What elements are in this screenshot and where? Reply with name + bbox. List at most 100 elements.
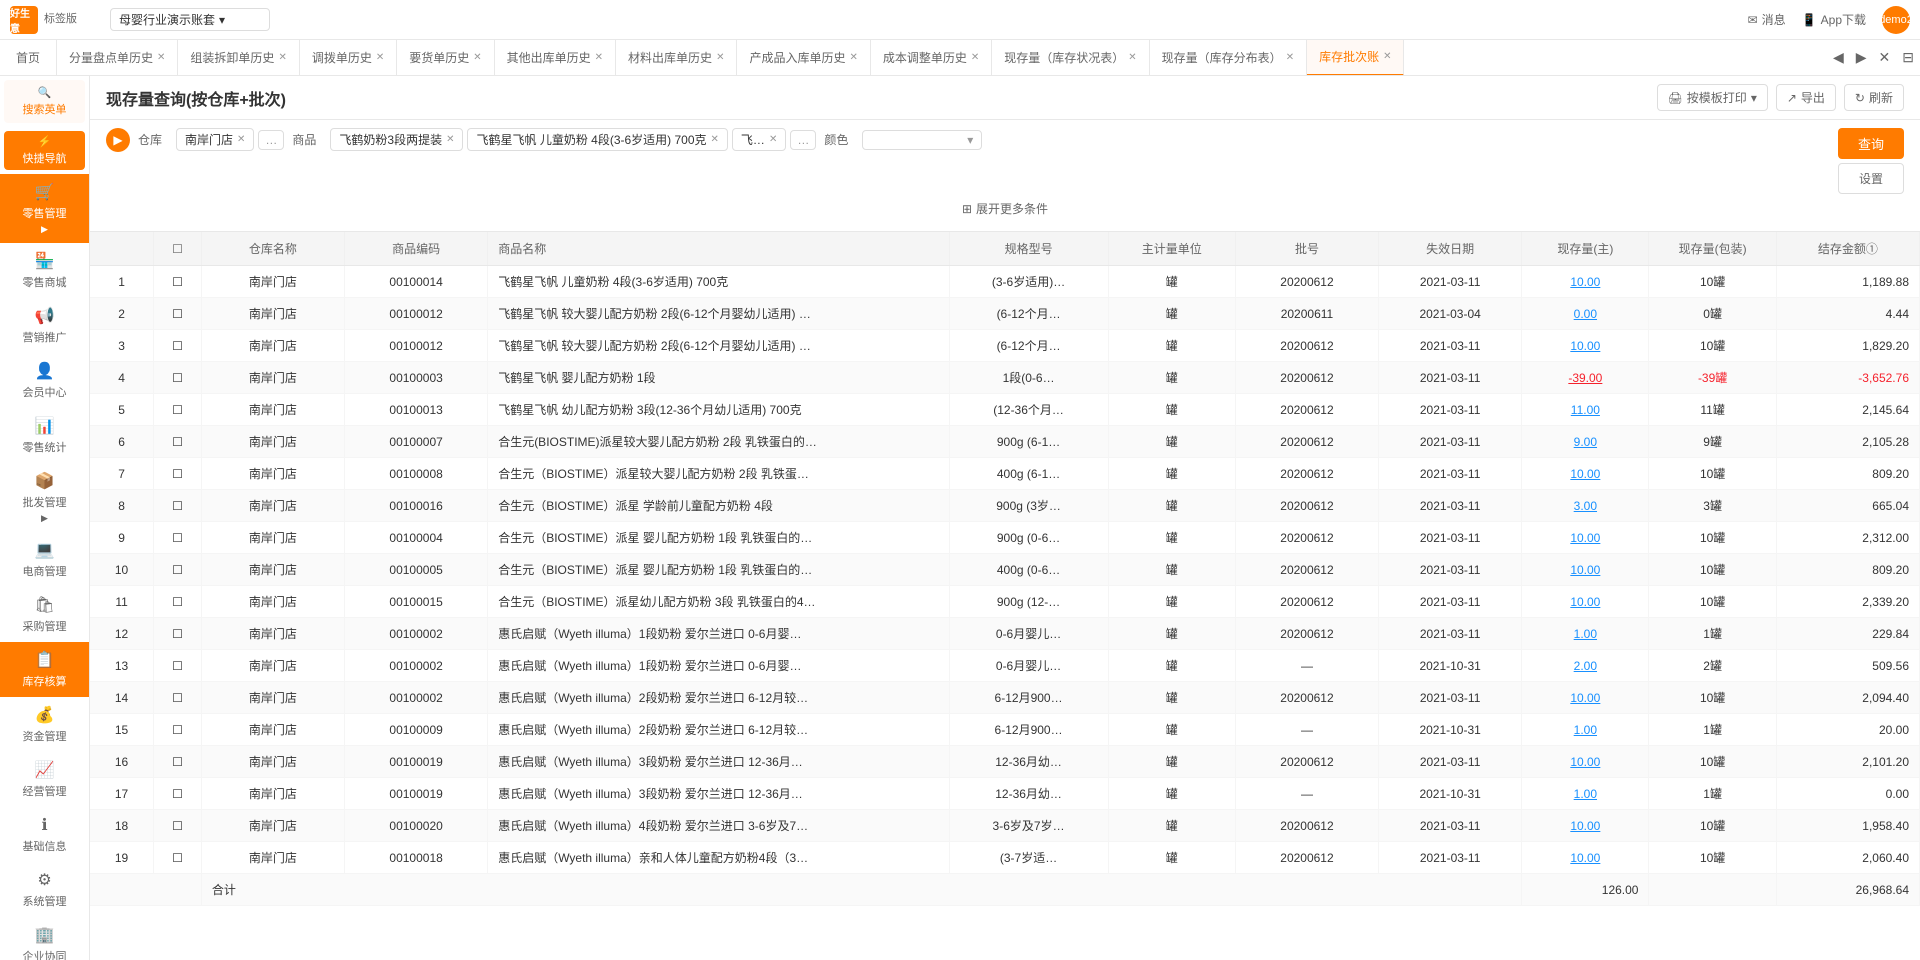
- sidebar-item-enterprise[interactable]: 🏢 企业协同: [0, 917, 89, 960]
- cell-stock-main[interactable]: 10.00: [1522, 458, 1649, 490]
- sidebar-item-nav[interactable]: ⚡ 快捷导航: [4, 131, 85, 170]
- user-avatar[interactable]: demo2: [1882, 6, 1910, 34]
- expand-conditions-button[interactable]: ⊞ 展开更多条件: [962, 200, 1048, 217]
- tab-fenpan[interactable]: 分量盘点单历史 ✕: [57, 40, 178, 76]
- cell-stock-main[interactable]: 2.00: [1522, 650, 1649, 682]
- tab-close-xianzaifen[interactable]: ✕: [1128, 52, 1136, 63]
- cell-stock-main[interactable]: 10.00: [1522, 554, 1649, 586]
- cell-checkbox[interactable]: ☐: [154, 746, 202, 778]
- app-download-button[interactable]: 📱 App下载: [1802, 11, 1866, 28]
- cell-checkbox[interactable]: ☐: [154, 682, 202, 714]
- cell-checkbox[interactable]: ☐: [154, 490, 202, 522]
- cell-checkbox[interactable]: ☐: [154, 842, 202, 874]
- cell-stock-main[interactable]: 1.00: [1522, 778, 1649, 810]
- filter-toggle[interactable]: ▶: [106, 128, 130, 152]
- cell-stock-main[interactable]: 10.00: [1522, 810, 1649, 842]
- cell-checkbox[interactable]: ☐: [154, 522, 202, 554]
- cell-stock-main[interactable]: 10.00: [1522, 842, 1649, 874]
- product-tag-close-3[interactable]: ✕: [769, 134, 777, 145]
- tab-close-qita[interactable]: ✕: [595, 52, 603, 63]
- cell-checkbox[interactable]: ☐: [154, 298, 202, 330]
- cell-checkbox[interactable]: ☐: [154, 330, 202, 362]
- sidebar-item-basic[interactable]: ℹ 基础信息: [0, 807, 89, 862]
- sidebar-item-ecommerce[interactable]: 💻 电商管理: [0, 532, 89, 587]
- warehouse-more[interactable]: …: [258, 130, 284, 150]
- tab-xianzaifen[interactable]: 现存量（库存状况表） ✕: [992, 40, 1149, 76]
- tab-chengpinru[interactable]: 产成品入库单历史 ✕: [737, 40, 870, 76]
- cell-stock-main[interactable]: 9.00: [1522, 426, 1649, 458]
- company-selector[interactable]: 母婴行业演示账套 ▾: [110, 8, 270, 31]
- tab-cailiaochu[interactable]: 材料出库单历史 ✕: [616, 40, 737, 76]
- cell-checkbox[interactable]: ☐: [154, 650, 202, 682]
- cell-stock-main[interactable]: 10.00: [1522, 746, 1649, 778]
- sidebar-item-purchase[interactable]: 🛍 采购管理: [0, 587, 89, 642]
- sidebar-item-search[interactable]: 🔍 搜索英单: [4, 80, 85, 123]
- cell-checkbox[interactable]: ☐: [154, 266, 202, 298]
- cell-checkbox[interactable]: ☐: [154, 618, 202, 650]
- sidebar-item-system[interactable]: ⚙ 系统管理: [0, 862, 89, 917]
- cell-stock-main[interactable]: 10.00: [1522, 682, 1649, 714]
- tab-close-chengpinru[interactable]: ✕: [849, 52, 857, 63]
- sidebar-item-retail-shop[interactable]: 🏪 零售商城: [0, 243, 89, 298]
- cell-stock-main[interactable]: 10.00: [1522, 586, 1649, 618]
- product-tag-close-1[interactable]: ✕: [446, 134, 454, 145]
- product-tag-3[interactable]: 飞… ✕: [732, 128, 786, 151]
- cell-stock-main[interactable]: 3.00: [1522, 490, 1649, 522]
- tab-xianzaifenbu[interactable]: 现存量（库存分布表） ✕: [1150, 40, 1307, 76]
- sidebar-item-retail[interactable]: 🛒 零售管理 ▶: [0, 174, 89, 243]
- cell-stock-main[interactable]: 10.00: [1522, 266, 1649, 298]
- sidebar-item-inventory[interactable]: 📋 库存核算: [0, 642, 89, 697]
- th-checkbox[interactable]: ☐: [154, 232, 202, 266]
- tab-close-tiaobo[interactable]: ✕: [376, 52, 384, 63]
- tab-nav-menu[interactable]: ⊟: [1896, 49, 1920, 66]
- cell-checkbox[interactable]: ☐: [154, 458, 202, 490]
- refresh-button[interactable]: ↻ 刷新: [1844, 84, 1904, 111]
- settings-button[interactable]: 设置: [1838, 163, 1904, 194]
- tab-close-xianzaifenbu[interactable]: ✕: [1286, 52, 1294, 63]
- cell-stock-main[interactable]: 10.00: [1522, 522, 1649, 554]
- tab-close-fenpan[interactable]: ✕: [157, 52, 165, 63]
- tab-home[interactable]: 首页: [0, 40, 57, 76]
- cell-checkbox[interactable]: ☐: [154, 586, 202, 618]
- product-tag-2[interactable]: 飞鹤星飞帆 儿童奶粉 4段(3-6岁适用) 700克 ✕: [467, 128, 727, 151]
- tab-close-yaohuo[interactable]: ✕: [473, 52, 481, 63]
- tab-qita[interactable]: 其他出库单历史 ✕: [495, 40, 616, 76]
- cell-checkbox[interactable]: ☐: [154, 778, 202, 810]
- tab-yaohuo[interactable]: 要货单历史 ✕: [397, 40, 494, 76]
- sidebar-item-wholesale[interactable]: 📦 批发管理 ▶: [0, 463, 89, 532]
- product-tag-1[interactable]: 飞鹤奶粉3段两提装 ✕: [330, 128, 463, 151]
- product-more[interactable]: …: [790, 130, 816, 150]
- product-tag-close-2[interactable]: ✕: [711, 134, 719, 145]
- cell-stock-main[interactable]: 1.00: [1522, 618, 1649, 650]
- cell-checkbox[interactable]: ☐: [154, 362, 202, 394]
- tab-tiaobo[interactable]: 调拨单历史 ✕: [300, 40, 397, 76]
- tab-close-cailiaochu[interactable]: ✕: [716, 52, 724, 63]
- tab-close-zuche[interactable]: ✕: [278, 52, 286, 63]
- sidebar-item-member[interactable]: 👤 会员中心: [0, 353, 89, 408]
- sidebar-item-retail-stat[interactable]: 📊 零售统计: [0, 408, 89, 463]
- sidebar-item-operation[interactable]: 📈 经营管理: [0, 752, 89, 807]
- tab-chengbentiao[interactable]: 成本调整单历史 ✕: [871, 40, 992, 76]
- cell-checkbox[interactable]: ☐: [154, 810, 202, 842]
- tab-nav-right[interactable]: ▶: [1850, 49, 1873, 66]
- tab-nav-close[interactable]: ✕: [1873, 49, 1897, 66]
- cell-checkbox[interactable]: ☐: [154, 394, 202, 426]
- cell-stock-main[interactable]: 1.00: [1522, 714, 1649, 746]
- cell-checkbox[interactable]: ☐: [154, 426, 202, 458]
- warehouse-tag-nanan[interactable]: 南岸门店 ✕: [176, 128, 254, 151]
- cell-stock-main[interactable]: 0.00: [1522, 298, 1649, 330]
- cell-stock-main[interactable]: -39.00: [1522, 362, 1649, 394]
- tab-nav-left[interactable]: ◀: [1827, 49, 1850, 66]
- tab-zuche[interactable]: 组装拆卸单历史 ✕: [178, 40, 299, 76]
- export-button[interactable]: ↗ 导出: [1776, 84, 1836, 111]
- warehouse-tag-close[interactable]: ✕: [237, 134, 245, 145]
- cell-stock-main[interactable]: 10.00: [1522, 330, 1649, 362]
- color-select[interactable]: ▾: [862, 130, 982, 150]
- sidebar-item-marketing[interactable]: 📢 营销推广: [0, 298, 89, 353]
- cell-stock-main[interactable]: 11.00: [1522, 394, 1649, 426]
- tab-close-chengbentiao[interactable]: ✕: [971, 52, 979, 63]
- sidebar-item-finance[interactable]: 💰 资金管理: [0, 697, 89, 752]
- messages-button[interactable]: ✉ 消息: [1748, 11, 1786, 28]
- tab-close-pici[interactable]: ✕: [1383, 51, 1391, 62]
- print-button[interactable]: 🖨 按模板打印 ▾: [1657, 84, 1768, 111]
